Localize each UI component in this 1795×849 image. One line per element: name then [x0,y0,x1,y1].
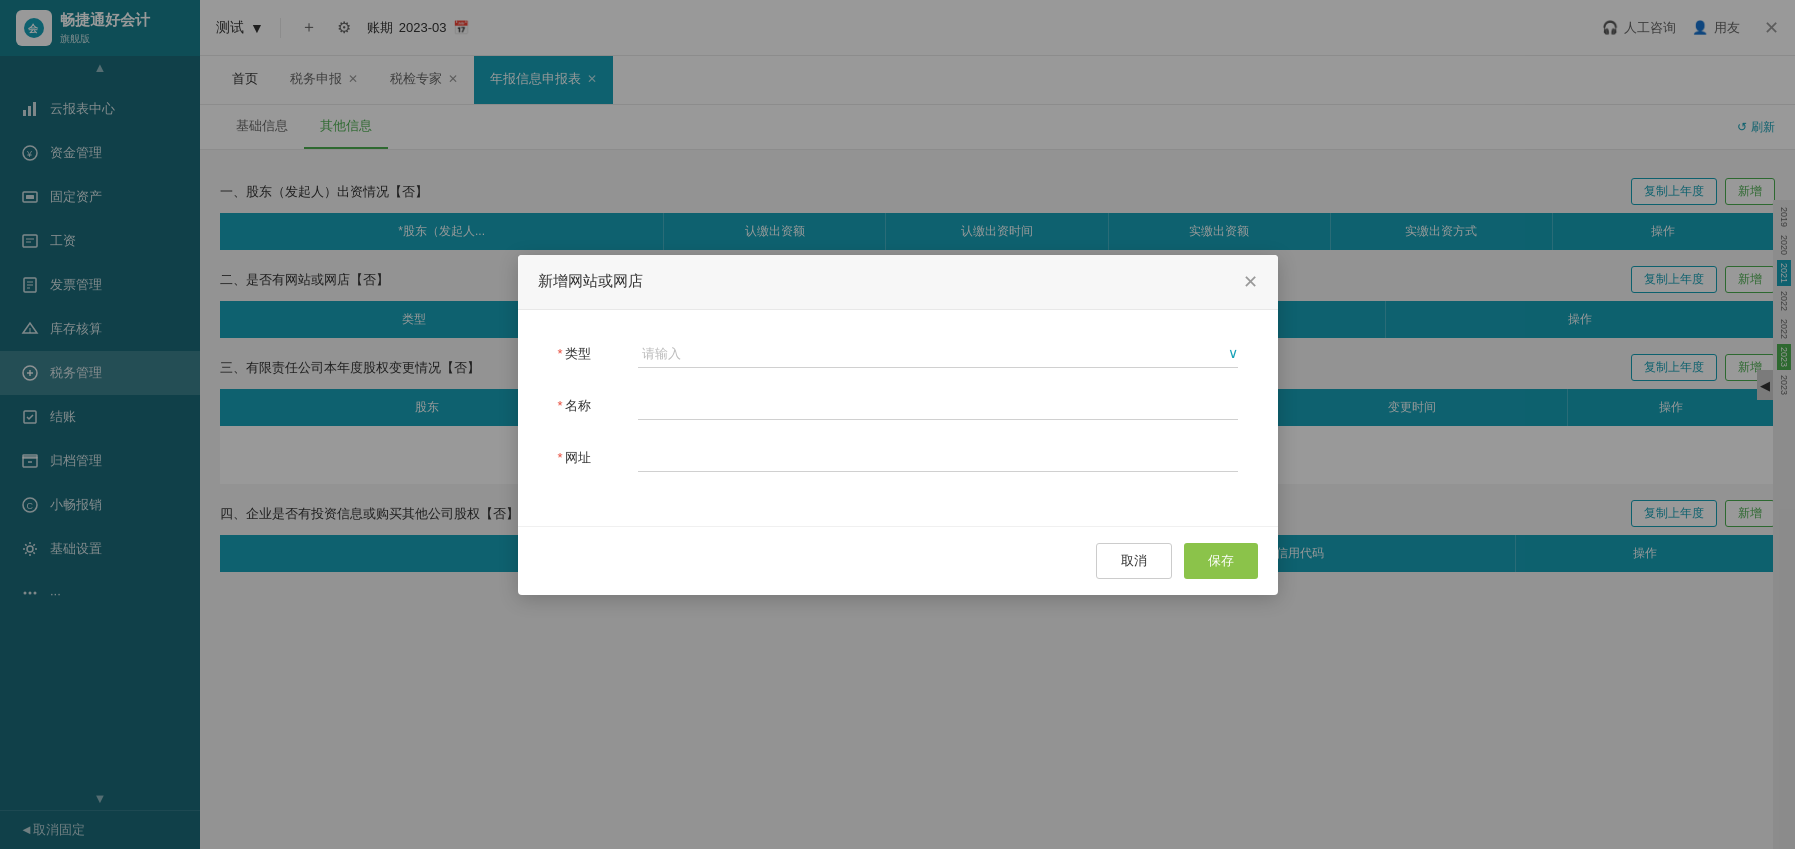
form-input-wrap-url [638,444,1238,472]
form-input-wrap-name [638,392,1238,420]
form-label-name: *名称 [558,397,638,415]
form-field-url: *网址 [558,444,1238,472]
modal-add-website: 新增网站或网店 ✕ *类型 ∨ *名称 [518,255,1278,595]
url-input[interactable] [638,444,1238,471]
modal-title: 新增网站或网店 [538,272,643,291]
modal-header: 新增网站或网店 ✕ [518,255,1278,310]
modal-cancel-button[interactable]: 取消 [1096,543,1172,579]
form-input-wrap-type: ∨ [638,340,1238,368]
type-dropdown-icon[interactable]: ∨ [1228,345,1238,361]
modal-footer: 取消 保存 [518,526,1278,595]
modal-body: *类型 ∨ *名称 *网址 [518,310,1278,526]
form-field-type: *类型 ∨ [558,340,1238,368]
form-field-name: *名称 [558,392,1238,420]
type-input[interactable] [638,340,1228,367]
name-input[interactable] [638,392,1238,419]
modal-close-button[interactable]: ✕ [1243,271,1258,293]
form-label-type: *类型 [558,345,638,363]
modal-overlay: 新增网站或网店 ✕ *类型 ∨ *名称 [0,0,1795,849]
form-label-url: *网址 [558,449,638,467]
modal-save-button[interactable]: 保存 [1184,543,1258,579]
